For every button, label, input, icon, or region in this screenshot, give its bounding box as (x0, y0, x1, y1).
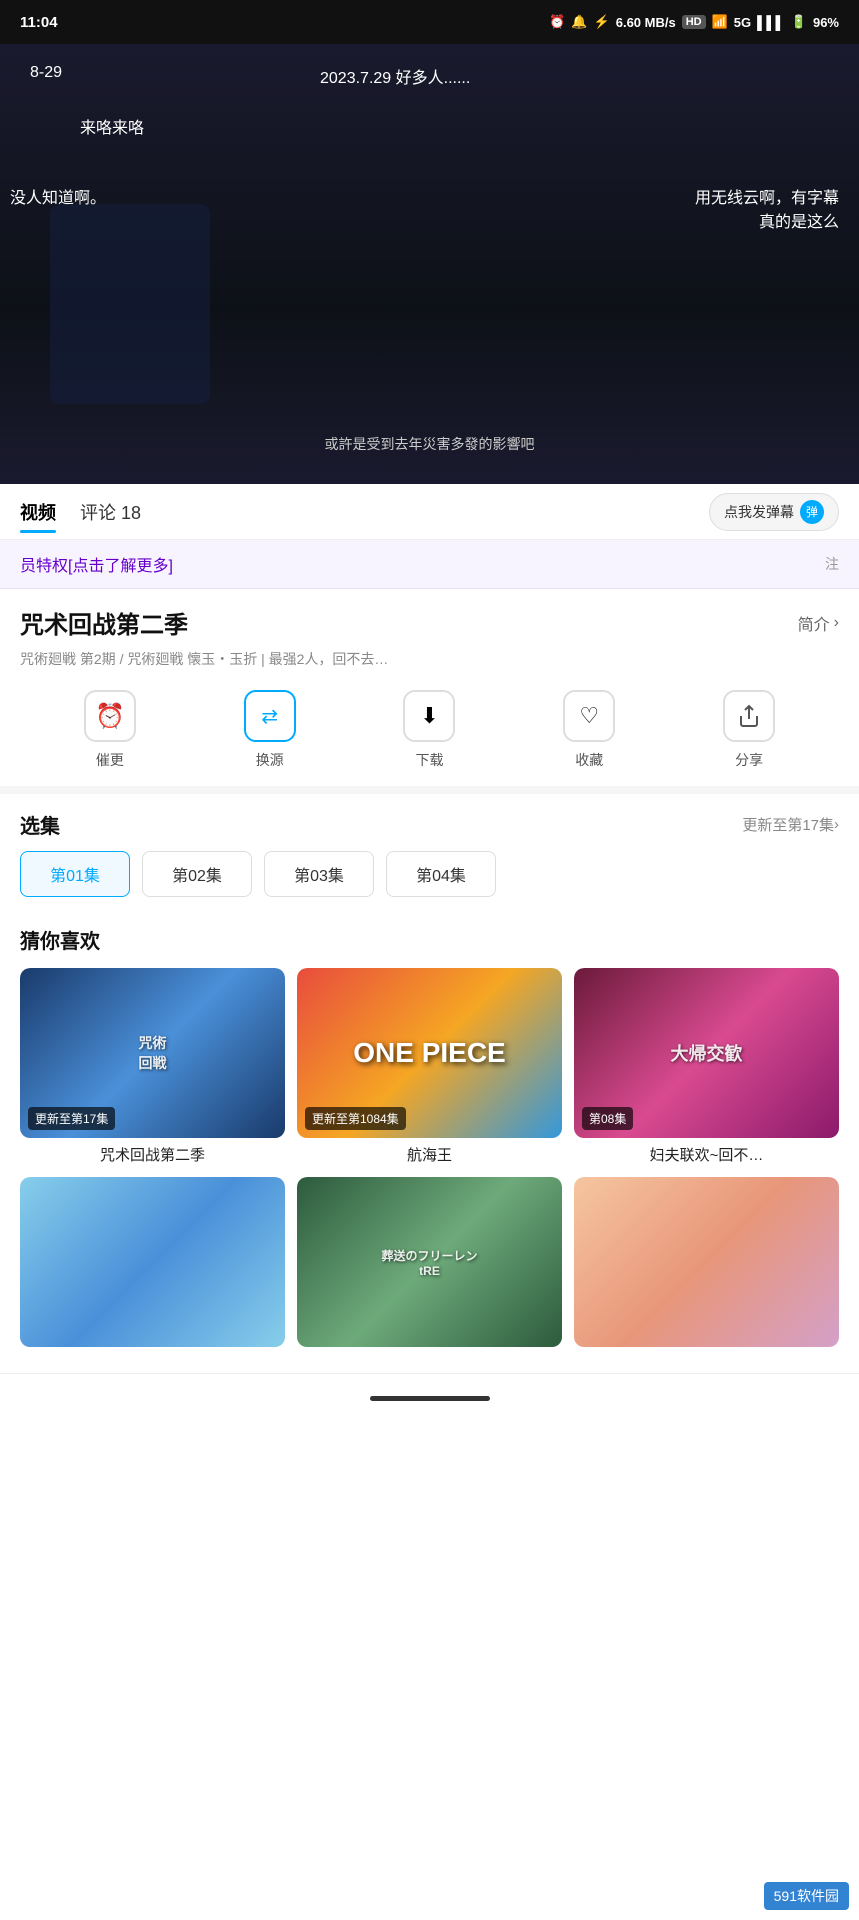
card-thumb-3: 大帰交歓 第08集 (574, 968, 839, 1138)
battery-percent: 96% (813, 15, 839, 30)
source-icon: ⇄ (244, 690, 296, 742)
anime-tags: 咒術廻戦 第2期 / 咒術廻戦 懐玉・玉折 | 最强2人，回不去… (20, 648, 839, 670)
status-time: 11:04 (20, 14, 58, 31)
video-overlay: 8-29 2023.7.29 好多人...... 来咯来咯 没人知道啊。 用无线… (0, 44, 859, 484)
danmu-comment-6: 或許是受到去年災害多發的影響吧 (325, 434, 535, 454)
action-source[interactable]: ⇄ 换源 (244, 690, 296, 770)
recommend-grid: 咒術回戦 更新至第17集 咒术回战第二季 ONE PIECE 更新至第1084集… (20, 968, 839, 1353)
action-download[interactable]: ⬇ 下载 (403, 690, 455, 770)
status-icons: ⏰ 🔔 ⚡ 6.60 MB/s HD 📶 5G ▌▌▌ 🔋 96% (549, 14, 839, 30)
episodes-row: 第01集 第02集 第03集 第04集 (0, 851, 859, 917)
recommend-card-2[interactable]: ONE PIECE 更新至第1084集 航海王 (297, 968, 562, 1165)
chevron-right-episodes-icon: › (834, 816, 839, 833)
card-name-3: 妇夫联欢~回不… (574, 1144, 839, 1165)
card-bg-6 (574, 1177, 839, 1347)
recommend-section: 猜你喜欢 咒術回戦 更新至第17集 咒术回战第二季 ONE PIECE 更新至第… (0, 917, 859, 1353)
video-player[interactable]: 8-29 2023.7.29 好多人...... 来咯来咯 没人知道啊。 用无线… (0, 44, 859, 484)
episodes-header: 选集 更新至第17集 › (0, 786, 859, 851)
recommend-card-4[interactable] (20, 1177, 285, 1353)
danmu-button[interactable]: 点我发弹幕 弹 (709, 493, 839, 531)
anime-title-row: 咒术回战第二季 简介 › (20, 605, 839, 640)
card-thumb-4 (20, 1177, 285, 1347)
chevron-right-icon: › (834, 614, 839, 632)
danmu-comment-4: 没人知道啊。 (10, 184, 106, 208)
recommend-title: 猜你喜欢 (20, 917, 839, 954)
card-thumb-5: 葬送のフリーレンtRE (297, 1177, 562, 1347)
card-thumb-1: 咒術回戦 更新至第17集 (20, 968, 285, 1138)
remind-icon: ⏰ (84, 690, 136, 742)
share-icon (723, 690, 775, 742)
card-name-1: 咒术回战第二季 (20, 1144, 285, 1165)
action-share[interactable]: 分享 (723, 690, 775, 770)
action-row: ⏰ 催更 ⇄ 换源 ⬇ 下载 ♡ 收藏 分享 (20, 690, 839, 770)
hd-badge: HD (682, 15, 706, 29)
remind-label: 催更 (96, 750, 124, 770)
alarm-icon: ⏰ (549, 14, 565, 30)
recommend-card-5[interactable]: 葬送のフリーレンtRE (297, 1177, 562, 1353)
card-bg-5: 葬送のフリーレンtRE (297, 1177, 562, 1347)
speed-indicator: 6.60 MB/s (616, 15, 676, 30)
status-bar: 11:04 ⏰ 🔔 ⚡ 6.60 MB/s HD 📶 5G ▌▌▌ 🔋 96% (0, 0, 859, 44)
card-name-2: 航海王 (297, 1144, 562, 1165)
episodes-section-title: 选集 (20, 810, 60, 839)
episode-btn-3[interactable]: 第03集 (264, 851, 374, 897)
card-badge-1: 更新至第17集 (28, 1107, 115, 1130)
tab-comments[interactable]: 评论 18 (80, 495, 141, 529)
danmu-button-label: 点我发弹幕 (724, 502, 794, 522)
favorite-label: 收藏 (575, 750, 603, 770)
recommend-card-1[interactable]: 咒術回戦 更新至第17集 咒术回战第二季 (20, 968, 285, 1165)
action-favorite[interactable]: ♡ 收藏 (563, 690, 615, 770)
favorite-icon: ♡ (563, 690, 615, 742)
member-banner[interactable]: 员特权[点击了解更多] 注 (0, 540, 859, 589)
danmu-comment-5: 用无线云啊，有字幕真的是这么 (695, 184, 839, 232)
card-badge-2: 更新至第1084集 (305, 1107, 406, 1130)
card-thumb-6 (574, 1177, 839, 1347)
signal-bars: ▌▌▌ (757, 15, 785, 30)
card-badge-3: 第08集 (582, 1107, 633, 1130)
download-label: 下载 (415, 750, 443, 770)
card-bg-4 (20, 1177, 285, 1347)
danmu-comment-1: 8-29 (30, 64, 62, 82)
tab-bar: 视频 评论 18 点我发弹幕 弹 (0, 484, 859, 540)
source-label: 换源 (256, 750, 284, 770)
episode-btn-1[interactable]: 第01集 (20, 851, 130, 897)
bluetooth-icon: ⚡ (594, 14, 610, 30)
video-background: 8-29 2023.7.29 好多人...... 来咯来咯 没人知道啊。 用无线… (0, 44, 859, 484)
recommend-card-6[interactable] (574, 1177, 839, 1353)
recommend-card-3[interactable]: 大帰交歓 第08集 妇夫联欢~回不… (574, 968, 839, 1165)
signal-label: 5G (734, 15, 751, 30)
episodes-more-button[interactable]: 更新至第17集 › (742, 814, 839, 835)
episode-btn-4[interactable]: 第04集 (386, 851, 496, 897)
share-label: 分享 (735, 750, 763, 770)
mute-icon: 🔔 (571, 14, 587, 30)
anime-info-section: 咒术回战第二季 简介 › 咒術廻戦 第2期 / 咒術廻戦 懐玉・玉折 | 最强2… (0, 589, 859, 770)
member-banner-right: 注 (825, 554, 839, 574)
danmu-comment-3: 来咯来咯 (80, 114, 144, 138)
tab-video[interactable]: 视频 (20, 495, 56, 529)
danmu-icon: 弹 (800, 500, 824, 524)
episode-btn-2[interactable]: 第02集 (142, 851, 252, 897)
danmu-comment-2: 2023.7.29 好多人...... (320, 64, 470, 88)
watermark: 591软件园 (764, 1882, 849, 1910)
bottom-bar (0, 1373, 859, 1423)
anime-title: 咒术回战第二季 (20, 605, 188, 640)
intro-button[interactable]: 简介 › (798, 611, 839, 635)
download-icon: ⬇ (403, 690, 455, 742)
card-thumb-2: ONE PIECE 更新至第1084集 (297, 968, 562, 1138)
home-indicator (370, 1396, 490, 1401)
action-remind[interactable]: ⏰ 催更 (84, 690, 136, 770)
wifi-icon: 📶 (712, 14, 728, 30)
battery-icon: 🔋 (791, 14, 807, 30)
member-banner-text: 员特权[点击了解更多] (20, 552, 173, 576)
